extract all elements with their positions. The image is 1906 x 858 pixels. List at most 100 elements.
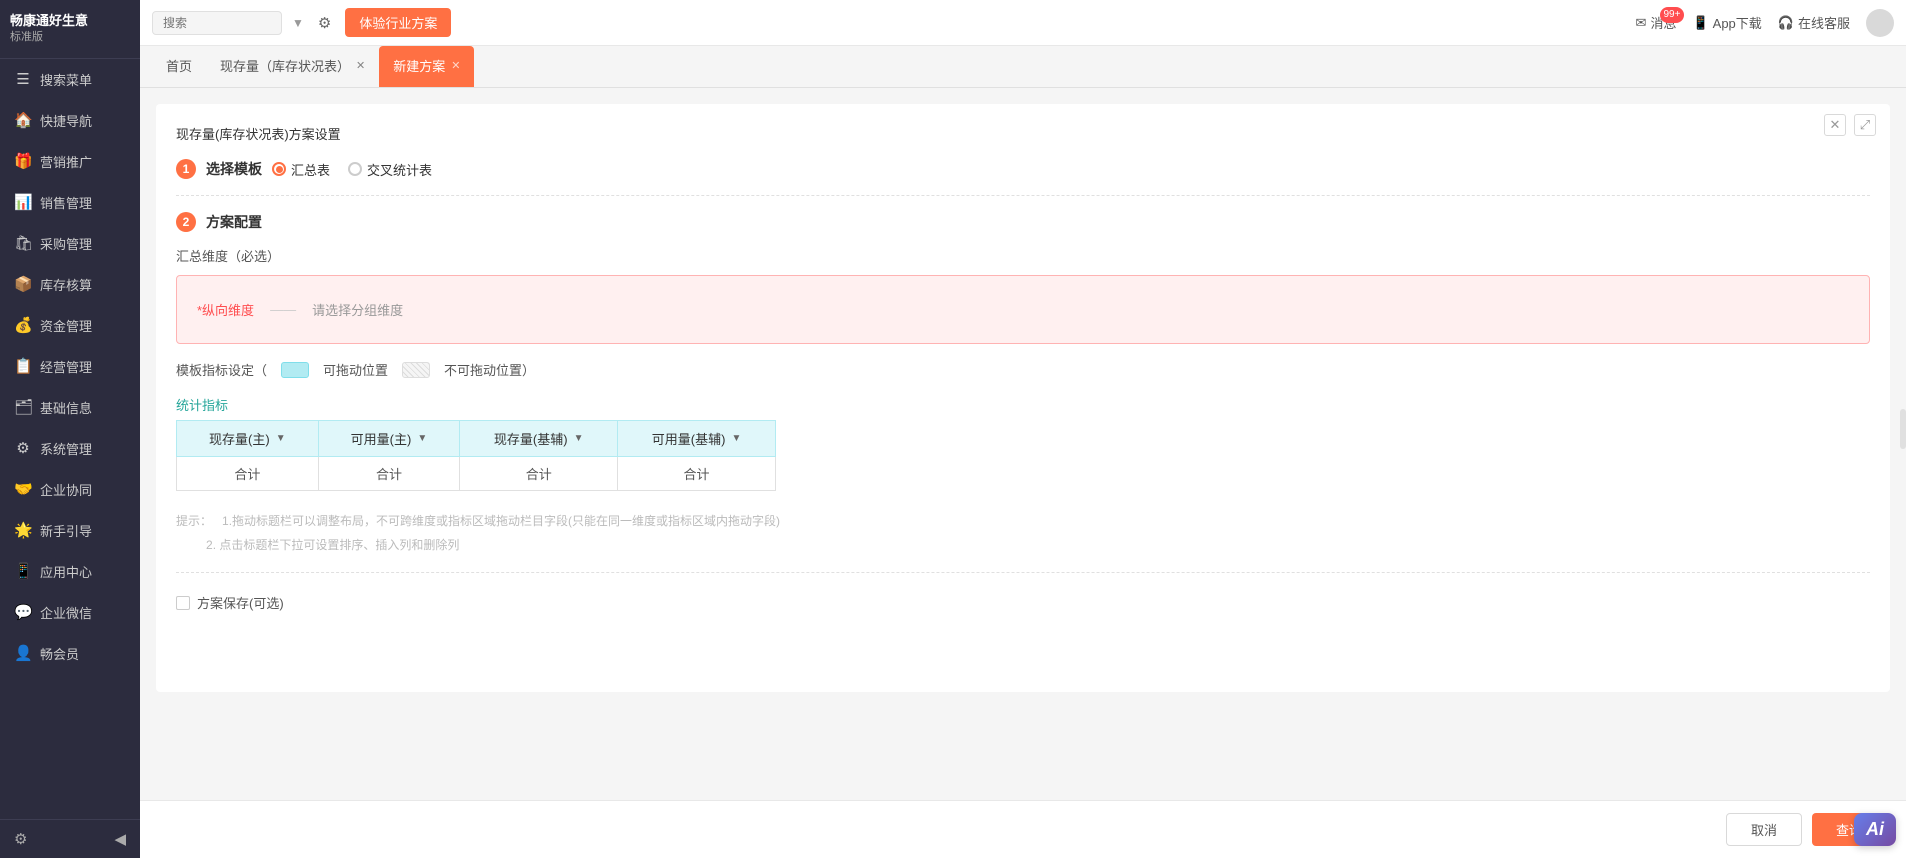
stats-col-cell-1: 合计 — [318, 457, 460, 491]
indicator-label: 模板指标设定（ — [176, 360, 267, 379]
sidebar-item-finance[interactable]: 💰 资金管理 — [0, 305, 140, 346]
tab-new-scheme[interactable]: 新建方案 ✕ — [379, 46, 474, 87]
dimension-box[interactable]: *纵向维度 —— 请选择分组维度 — [176, 275, 1870, 344]
app-download-button[interactable]: 📱 App下载 — [1692, 13, 1761, 32]
online-service-button[interactable]: 🎧 在线客服 — [1778, 13, 1850, 32]
sidebar-item-basic-info[interactable]: 🗂 基础信息 — [0, 387, 140, 428]
sidebar-item-app-center[interactable]: 📱 应用中心 — [0, 551, 140, 592]
step2-header: 2 方案配置 — [176, 212, 1870, 232]
sidebar-item-search-menu[interactable]: ☰ 搜索菜单 — [0, 59, 140, 100]
gear-icon[interactable]: ⚙ — [318, 14, 331, 32]
tips-section: 提示： 1.拖动标题栏可以调整布局，不可跨维度或指标区域拖动栏目字段(只能在同一… — [176, 511, 1870, 556]
sidebar-nav: ☰ 搜索菜单🏠 快捷导航🎁 营销推广📊 销售管理🛍 采购管理📦 库存核算💰 资金… — [0, 59, 140, 819]
sidebar-label-app-center: 应用中心 — [40, 562, 92, 581]
non-draggable-indicator-box — [402, 362, 430, 378]
col-label-0: 现存量(主) — [209, 429, 270, 448]
col-label-2: 现存量(基辅) — [494, 429, 568, 448]
message-icon: ✉ — [1636, 15, 1647, 31]
tab-inventory-status[interactable]: 现存量（库存状况表） ✕ — [206, 46, 379, 87]
sidebar-label-inventory: 库存核算 — [40, 275, 92, 294]
dim-required-label: 汇总维度（必选） — [176, 246, 1870, 265]
col-chevron-1[interactable]: ▼ — [417, 433, 427, 444]
sidebar-icon-sales: 📊 — [14, 193, 32, 211]
sidebar-item-operations[interactable]: 📋 经营管理 — [0, 346, 140, 387]
sidebar-item-wechat[interactable]: 💬 企业微信 — [0, 592, 140, 633]
online-service-label: 在线客服 — [1798, 13, 1850, 32]
sidebar-item-newbie[interactable]: 🌟 新手引导 — [0, 510, 140, 551]
sidebar-label-purchase: 采购管理 — [40, 234, 92, 253]
stats-col-header-1[interactable]: 可用量(主)▼ — [318, 421, 460, 457]
step1-header: 1 选择模板 汇总表 交叉统计表 — [176, 159, 1870, 179]
sidebar-item-system[interactable]: ⚙ 系统管理 — [0, 428, 140, 469]
expand-panel-button[interactable]: ⤢ — [1854, 114, 1876, 136]
radio-cross-label: 交叉统计表 — [367, 160, 432, 179]
col-chevron-0[interactable]: ▼ — [276, 433, 286, 444]
sidebar-item-quick-nav[interactable]: 🏠 快捷导航 — [0, 100, 140, 141]
divider-2 — [176, 572, 1870, 573]
scheme-panel: ✕ ⤢ 现存量(库存状况表)方案设置 1 选择模板 汇总表 交叉统计表 — [156, 104, 1890, 692]
tab-new-scheme-label: 新建方案 — [393, 56, 445, 75]
message-button[interactable]: ✉ 消息 99+ — [1636, 13, 1677, 32]
sidebar-item-sales[interactable]: 📊 销售管理 — [0, 182, 140, 223]
sidebar-icon-enterprise: 🤝 — [14, 480, 32, 498]
settings-icon[interactable]: ⚙ — [14, 830, 27, 848]
sidebar-label-newbie: 新手引导 — [40, 521, 92, 540]
radio-summary[interactable]: 汇总表 — [272, 160, 330, 179]
sidebar-item-inventory[interactable]: 📦 库存核算 — [0, 264, 140, 305]
stats-section: 统计指标 现存量(主)▼可用量(主)▼现存量(基辅)▼可用量(基辅)▼ 合计合计… — [176, 395, 1870, 491]
sidebar-icon-operations: 📋 — [14, 357, 32, 375]
search-input[interactable] — [152, 11, 282, 35]
sidebar-label-system: 系统管理 — [40, 439, 92, 458]
radio-summary-label: 汇总表 — [291, 160, 330, 179]
tab-home-label: 首页 — [166, 56, 192, 75]
radio-cross[interactable]: 交叉统计表 — [348, 160, 432, 179]
dropdown-chevron-icon[interactable]: ▼ — [292, 16, 304, 30]
indicator-legend-row: 模板指标设定（ 可拖动位置 不可拖动位置） — [176, 360, 1870, 379]
ai-badge[interactable]: Ai — [1854, 813, 1896, 846]
app-logo: 畅康通好生意 标准版 — [0, 0, 140, 59]
tab-inventory-label: 现存量（库存状况表） — [220, 56, 350, 75]
tab-home[interactable]: 首页 — [152, 46, 206, 87]
sidebar-label-quick-nav: 快捷导航 — [40, 111, 92, 130]
avatar[interactable] — [1866, 9, 1894, 37]
sidebar-icon-purchase: 🛍 — [14, 234, 32, 252]
stats-table: 现存量(主)▼可用量(主)▼现存量(基辅)▼可用量(基辅)▼ 合计合计合计合计 — [176, 420, 776, 491]
save-checkbox[interactable] — [176, 596, 190, 610]
cancel-button[interactable]: 取消 — [1726, 813, 1802, 846]
sidebar-item-marketing[interactable]: 🎁 营销推广 — [0, 141, 140, 182]
industry-plan-button[interactable]: 体验行业方案 — [345, 8, 451, 37]
tab-new-scheme-close-icon[interactable]: ✕ — [451, 59, 460, 72]
col-chevron-3[interactable]: ▼ — [731, 433, 741, 444]
dim-label: *纵向维度 — [197, 300, 254, 319]
non-draggable-label: 不可拖动位置） — [444, 360, 535, 379]
resize-handle[interactable] — [1900, 409, 1906, 449]
stats-col-header-2[interactable]: 现存量(基辅) ▼ — [460, 421, 618, 457]
template-radio-group: 汇总表 交叉统计表 — [272, 160, 432, 179]
col-chevron-2[interactable]: ▼ — [574, 433, 584, 444]
sidebar-item-purchase[interactable]: 🛍 采购管理 — [0, 223, 140, 264]
sidebar-item-member[interactable]: 👤 畅会员 — [0, 633, 140, 674]
draggable-indicator-box — [281, 362, 309, 378]
sidebar-icon-member: 👤 — [14, 644, 32, 662]
radio-cross-circle — [348, 162, 362, 176]
sidebar-icon-quick-nav: 🏠 — [14, 111, 32, 129]
footer-actions: 取消 查询 — [140, 800, 1906, 858]
main-area: ▼ ⚙ 体验行业方案 ✉ 消息 99+ 📱 App下载 🎧 在线客服 首页 — [140, 0, 1906, 858]
sidebar-label-finance: 资金管理 — [40, 316, 92, 335]
sidebar-item-enterprise[interactable]: 🤝 企业协同 — [0, 469, 140, 510]
step2-label: 方案配置 — [206, 212, 262, 232]
stats-col-header-3[interactable]: 可用量(基辅) ▼ — [618, 421, 776, 457]
stats-title: 统计指标 — [176, 395, 1870, 414]
tabs-bar: 首页 现存量（库存状况表） ✕ 新建方案 ✕ — [140, 46, 1906, 88]
collapse-icon[interactable]: ◀ — [114, 830, 126, 848]
sidebar-label-enterprise: 企业协同 — [40, 480, 92, 499]
sidebar-label-marketing: 营销推广 — [40, 152, 92, 171]
col-label-3: 可用量(基辅) — [652, 429, 726, 448]
tab-inventory-close-icon[interactable]: ✕ — [356, 59, 365, 72]
sidebar-icon-search-menu: ☰ — [14, 70, 32, 88]
sidebar-icon-app-center: 📱 — [14, 562, 32, 580]
stats-col-header-0[interactable]: 现存量(主) ▼ — [177, 421, 319, 457]
stats-col-cell-2: 合计 — [460, 457, 618, 491]
close-panel-button[interactable]: ✕ — [1824, 114, 1846, 136]
step1-num: 1 — [176, 159, 196, 179]
